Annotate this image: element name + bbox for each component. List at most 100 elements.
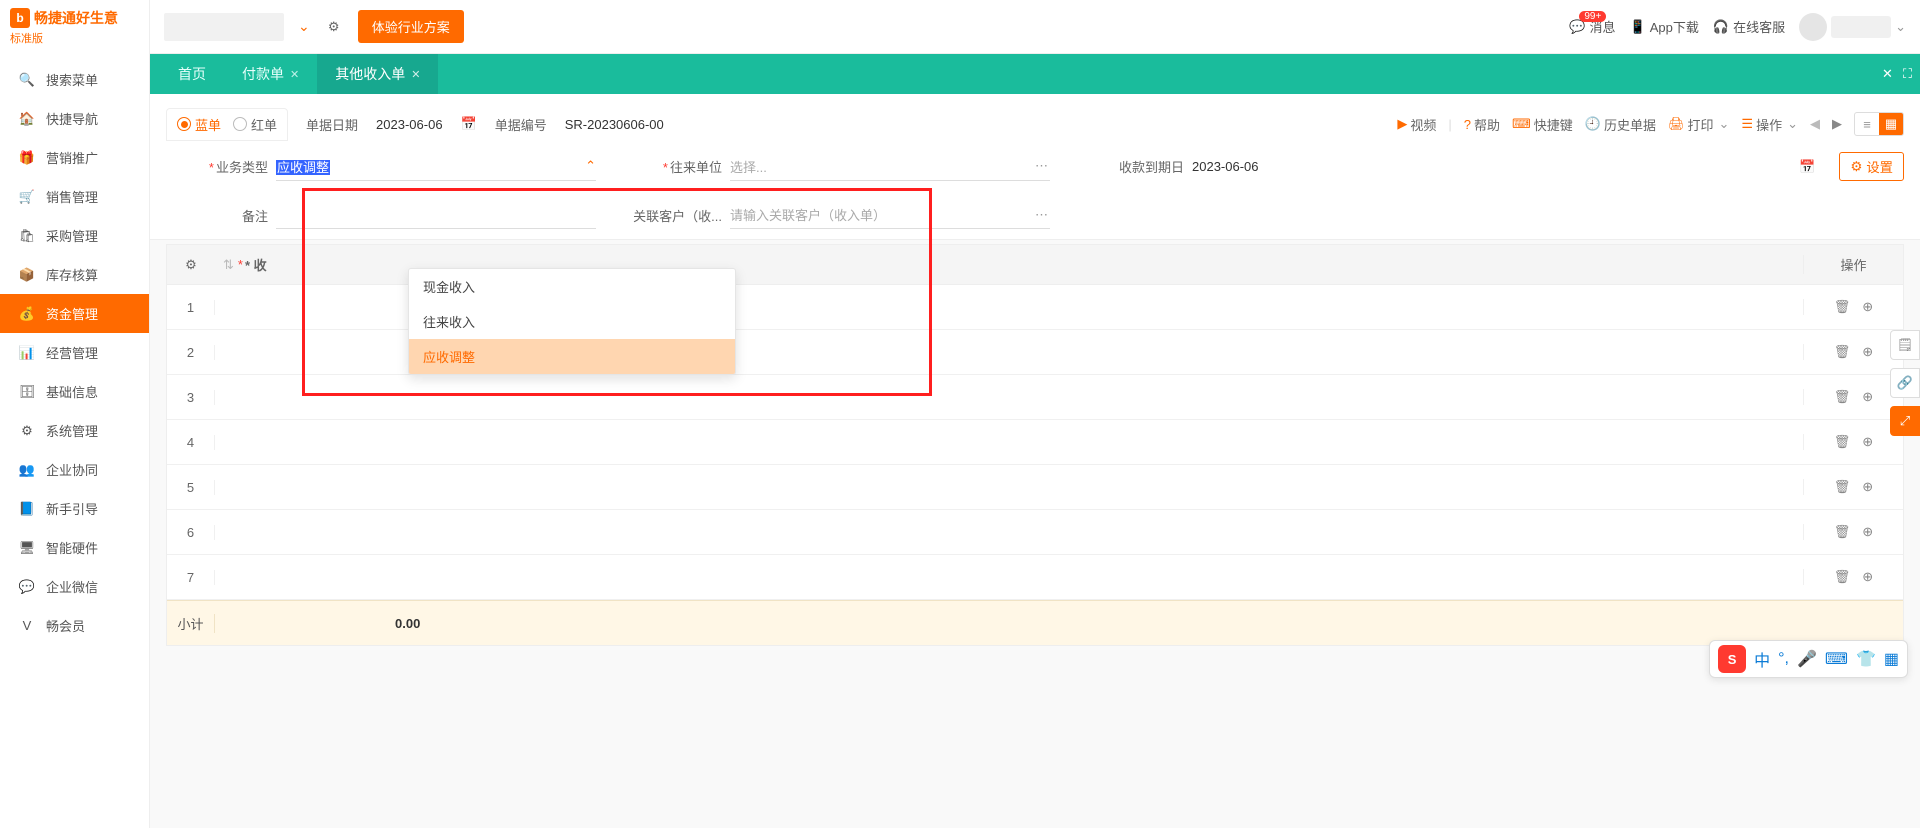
tab-label: 首页 bbox=[178, 64, 206, 84]
dropdown-option[interactable]: 往来收入 bbox=[409, 304, 735, 339]
sidebar-item-wallet[interactable]: 💰资金管理 bbox=[0, 294, 149, 333]
ime-voice-icon[interactable]: 🎤 bbox=[1797, 649, 1817, 669]
sidebar-item-nav[interactable]: 🏠快捷导航 bbox=[0, 99, 149, 138]
sidebar-item-gift[interactable]: 🎁营销推广 bbox=[0, 138, 149, 177]
calendar-icon[interactable]: 📅 bbox=[1799, 159, 1815, 175]
dropdown-option[interactable]: 应收调整 bbox=[409, 339, 735, 374]
sidebar-item-search[interactable]: 🔍搜索菜单 bbox=[0, 60, 149, 99]
delete-row-icon[interactable]: 🗑 bbox=[1834, 479, 1851, 495]
org-caret-icon[interactable]: ⌄ bbox=[298, 18, 310, 35]
table-row[interactable]: 3🗑⊕ bbox=[167, 375, 1903, 420]
sidebar-item-wechat[interactable]: 💬企业微信 bbox=[0, 567, 149, 606]
biz-type-label: 业务类型 bbox=[216, 160, 268, 175]
team-icon: 👥 bbox=[18, 461, 36, 479]
partner-select[interactable]: 选择... ⋯ bbox=[730, 153, 1050, 181]
operate-button[interactable]: ☰操作⌄ bbox=[1741, 115, 1798, 134]
view-list-icon[interactable]: ≡ bbox=[1855, 113, 1879, 135]
settings-icon[interactable]: ⚙ bbox=[320, 13, 348, 41]
sidebar-item-label: 畅会员 bbox=[46, 616, 85, 635]
video-help-button[interactable]: ▶视频 bbox=[1397, 115, 1436, 134]
delete-row-icon[interactable]: 🗑 bbox=[1834, 524, 1851, 540]
table-sort-header[interactable]: ⇅** 收 bbox=[215, 255, 385, 274]
history-button[interactable]: 🕘历史单据 bbox=[1585, 115, 1656, 134]
table-row[interactable]: 7🗑⊕ bbox=[167, 555, 1903, 600]
more-icon[interactable]: ⋯ bbox=[1035, 158, 1050, 174]
tab-expand-icon[interactable]: ⛶ bbox=[1903, 66, 1912, 82]
history-icon: 🕘 bbox=[1585, 116, 1601, 132]
next-doc-icon[interactable]: ▶ bbox=[1832, 116, 1842, 132]
add-row-icon[interactable]: ⊕ bbox=[1862, 344, 1873, 360]
radio-red[interactable]: 红单 bbox=[233, 115, 277, 134]
sidebar-item-hw[interactable]: 🖥智能硬件 bbox=[0, 528, 149, 567]
ime-punct-icon[interactable]: °, bbox=[1778, 650, 1789, 668]
dropdown-option[interactable]: 现金收入 bbox=[409, 269, 735, 304]
sidebar-item-member[interactable]: V 畅会员 bbox=[0, 606, 149, 645]
messages-button[interactable]: 💬 99+ 消息 bbox=[1569, 17, 1615, 36]
tab-付款单[interactable]: 付款单✕ bbox=[224, 54, 317, 94]
doc-date-value[interactable]: 2023-06-06 bbox=[376, 117, 443, 132]
sidebar-item-report[interactable]: 📊经营管理 bbox=[0, 333, 149, 372]
delete-row-icon[interactable]: 🗑 bbox=[1834, 299, 1851, 315]
sidebar-item-label: 企业协同 bbox=[46, 460, 98, 479]
add-row-icon[interactable]: ⊕ bbox=[1862, 524, 1873, 540]
trial-industry-button[interactable]: 体验行业方案 bbox=[358, 10, 464, 43]
operate-icon: ☰ bbox=[1741, 116, 1753, 132]
sidebar-item-box[interactable]: 📦库存核算 bbox=[0, 255, 149, 294]
calendar-icon[interactable]: 📅 bbox=[461, 116, 477, 132]
member-icon: V bbox=[18, 617, 36, 635]
ime-toolbar[interactable]: S 中 °, 🎤 ⌨ 👕 ▦ bbox=[1709, 640, 1908, 678]
add-row-icon[interactable]: ⊕ bbox=[1862, 389, 1873, 405]
biz-type-select[interactable]: 应收调整 ⌃ bbox=[276, 153, 596, 181]
biz-type-value: 应收调整 bbox=[276, 160, 330, 175]
tab-其他收入单[interactable]: 其他收入单✕ bbox=[317, 54, 438, 94]
sidebar-item-team[interactable]: 👥 企业协同 bbox=[0, 450, 149, 489]
close-icon[interactable]: ✕ bbox=[411, 68, 420, 81]
rail-note-icon[interactable]: 🗒 bbox=[1890, 330, 1920, 360]
delete-row-icon[interactable]: 🗑 bbox=[1834, 569, 1851, 585]
remark-label: 备注 bbox=[242, 209, 268, 224]
hotkey-button[interactable]: ⌨快捷键 bbox=[1512, 115, 1573, 134]
sidebar-item-db[interactable]: 🗄基础信息 bbox=[0, 372, 149, 411]
row-index: 6 bbox=[167, 525, 215, 540]
add-row-icon[interactable]: ⊕ bbox=[1862, 434, 1873, 450]
rail-expand-icon[interactable]: ⤢ bbox=[1890, 406, 1920, 436]
delete-row-icon[interactable]: 🗑 bbox=[1834, 434, 1851, 450]
related-customer-input[interactable]: 请输入关联客户（收入单） ⋯ bbox=[730, 201, 1050, 229]
sys-icon: ⚙ bbox=[18, 422, 36, 440]
add-row-icon[interactable]: ⊕ bbox=[1862, 569, 1873, 585]
table-row[interactable]: 4🗑⊕ bbox=[167, 420, 1903, 465]
sidebar-item-bag[interactable]: 🛍采购管理 bbox=[0, 216, 149, 255]
more-icon[interactable]: ⋯ bbox=[1035, 207, 1050, 223]
delete-row-icon[interactable]: 🗑 bbox=[1834, 389, 1851, 405]
org-selector[interactable] bbox=[164, 13, 284, 41]
table-row[interactable]: 5🗑⊕ bbox=[167, 465, 1903, 510]
table-row[interactable]: 6 🗑 ⊕ bbox=[167, 510, 1903, 555]
remark-input[interactable] bbox=[276, 201, 596, 229]
online-support-button[interactable]: 🎧 在线客服 bbox=[1713, 17, 1785, 36]
sidebar-item-guide[interactable]: 📘新手引导 bbox=[0, 489, 149, 528]
table-settings-button[interactable]: ⚙ bbox=[167, 257, 215, 273]
add-row-icon[interactable]: ⊕ bbox=[1862, 299, 1873, 315]
close-icon[interactable]: ✕ bbox=[290, 68, 299, 81]
prev-doc-icon[interactable]: ◀ bbox=[1810, 116, 1820, 132]
rail-link-icon[interactable]: 🔗 bbox=[1890, 368, 1920, 398]
ime-lang[interactable]: 中 bbox=[1754, 647, 1770, 671]
help-button[interactable]: ?帮助 bbox=[1464, 115, 1500, 134]
due-date-value[interactable]: 2023-06-06 bbox=[1192, 159, 1259, 174]
ime-menu-icon[interactable]: ▦ bbox=[1884, 649, 1899, 669]
form-settings-button[interactable]: ⚙ 设置 bbox=[1839, 152, 1904, 181]
view-card-icon[interactable]: ▦ bbox=[1879, 113, 1903, 135]
delete-row-icon[interactable]: 🗑 bbox=[1834, 344, 1851, 360]
print-button[interactable]: 🖨打印⌄ bbox=[1668, 115, 1729, 134]
sidebar-item-cart[interactable]: 🛒销售管理 bbox=[0, 177, 149, 216]
app-download-button[interactable]: 📱 App下载 bbox=[1630, 17, 1699, 36]
sidebar-item-sys[interactable]: ⚙系统管理 bbox=[0, 411, 149, 450]
tab-首页[interactable]: 首页 bbox=[160, 54, 224, 94]
radio-blue[interactable]: 蓝单 bbox=[177, 115, 221, 134]
ime-skin-icon[interactable]: 👕 bbox=[1856, 649, 1876, 669]
user-menu[interactable]: ⌄ bbox=[1799, 13, 1906, 41]
tab-close-current-icon[interactable]: ✕ bbox=[1882, 66, 1893, 82]
add-row-icon[interactable]: ⊕ bbox=[1862, 479, 1873, 495]
topbar: ⌄ ⚙ 体验行业方案 💬 99+ 消息 📱 App下载 🎧 在线客服 bbox=[150, 0, 1920, 54]
ime-keyboard-icon[interactable]: ⌨ bbox=[1825, 649, 1848, 669]
